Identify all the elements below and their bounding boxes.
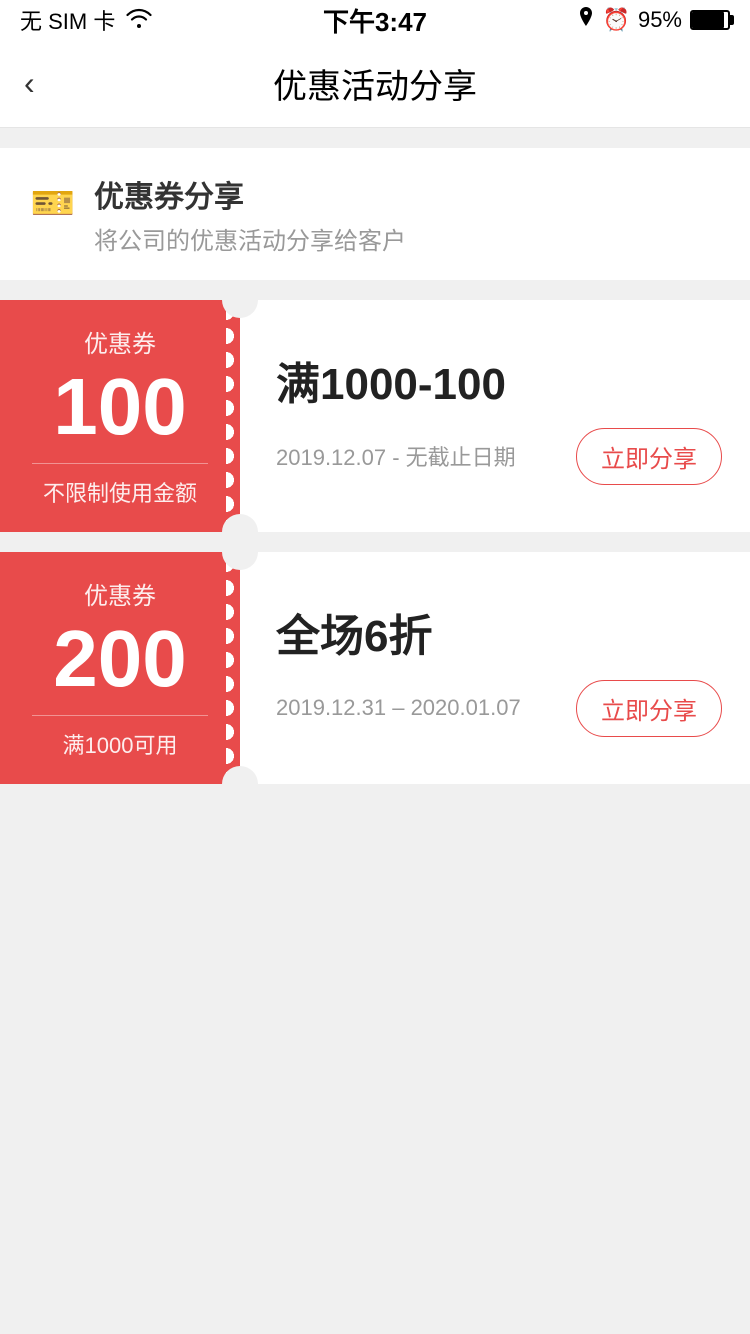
coupon-card-2: 优惠券 200 满1000可用 全场6折 2019.12.31 – 2020.0… <box>0 552 750 784</box>
coupon-name-2: 全场6折 <box>276 600 722 664</box>
status-left: 无 SIM 卡 <box>20 4 153 36</box>
section-subtitle: 将公司的优惠活动分享给客户 <box>94 221 406 256</box>
coupon-right-2: 全场6折 2019.12.31 – 2020.01.07 立即分享 <box>240 552 750 784</box>
section-text: 优惠券分享 将公司的优惠活动分享给客户 <box>94 178 406 256</box>
wifi-icon <box>125 6 153 34</box>
coupon-date-2: 2019.12.31 – 2020.01.07 <box>276 695 564 721</box>
coupon-name-1: 满1000-100 <box>276 348 722 412</box>
coupon-left-2: 优惠券 200 满1000可用 <box>0 552 240 784</box>
coupon-right-1: 满1000-100 2019.12.07 - 无截止日期 立即分享 <box>240 300 750 532</box>
coupon-notch-top-1 <box>222 282 258 318</box>
coupon-amount-2: 200 <box>53 619 186 699</box>
coupon-divider-1 <box>32 463 208 464</box>
coupon-label-1: 优惠券 <box>84 324 156 359</box>
coupon-meta-1: 2019.12.07 - 无截止日期 立即分享 <box>276 428 722 485</box>
share-button-1[interactable]: 立即分享 <box>576 428 722 485</box>
coupon-notch-bottom-2 <box>222 766 258 802</box>
status-right: ⏰ 95% <box>577 6 730 34</box>
coupon-notch-top-2 <box>222 534 258 570</box>
section-header: 🎫 优惠券分享 将公司的优惠活动分享给客户 <box>0 148 750 280</box>
coupons-list: 优惠券 100 不限制使用金额 满1000-100 2019.12.07 - 无… <box>0 300 750 784</box>
coupon-card-1: 优惠券 100 不限制使用金额 满1000-100 2019.12.07 - 无… <box>0 300 750 532</box>
coupon-amount-1: 100 <box>53 367 186 447</box>
status-bar: 无 SIM 卡 下午3:47 ⏰ 95% <box>0 0 750 40</box>
coupon-divider-2 <box>32 715 208 716</box>
status-time: 下午3:47 <box>323 2 427 39</box>
empty-area <box>0 784 750 1284</box>
share-button-2[interactable]: 立即分享 <box>576 680 722 737</box>
battery-icon <box>690 10 730 30</box>
coupon-label-2: 优惠券 <box>84 576 156 611</box>
nav-bar: ‹ 优惠活动分享 <box>0 40 750 128</box>
page-title: 优惠活动分享 <box>273 59 477 108</box>
coupon-section-icon: 🎫 <box>28 178 78 228</box>
carrier-text: 无 SIM 卡 <box>20 4 115 36</box>
battery-percent: 95% <box>638 7 682 33</box>
coupon-left-1: 优惠券 100 不限制使用金额 <box>0 300 240 532</box>
coupon-condition-1: 不限制使用金额 <box>43 476 197 508</box>
coupon-condition-2: 满1000可用 <box>63 728 178 760</box>
back-button[interactable]: ‹ <box>24 65 35 102</box>
coupon-date-1: 2019.12.07 - 无截止日期 <box>276 440 564 472</box>
location-icon <box>577 6 595 34</box>
section-title: 优惠券分享 <box>94 178 406 217</box>
alarm-icon: ⏰ <box>603 7 630 33</box>
coupon-meta-2: 2019.12.31 – 2020.01.07 立即分享 <box>276 680 722 737</box>
